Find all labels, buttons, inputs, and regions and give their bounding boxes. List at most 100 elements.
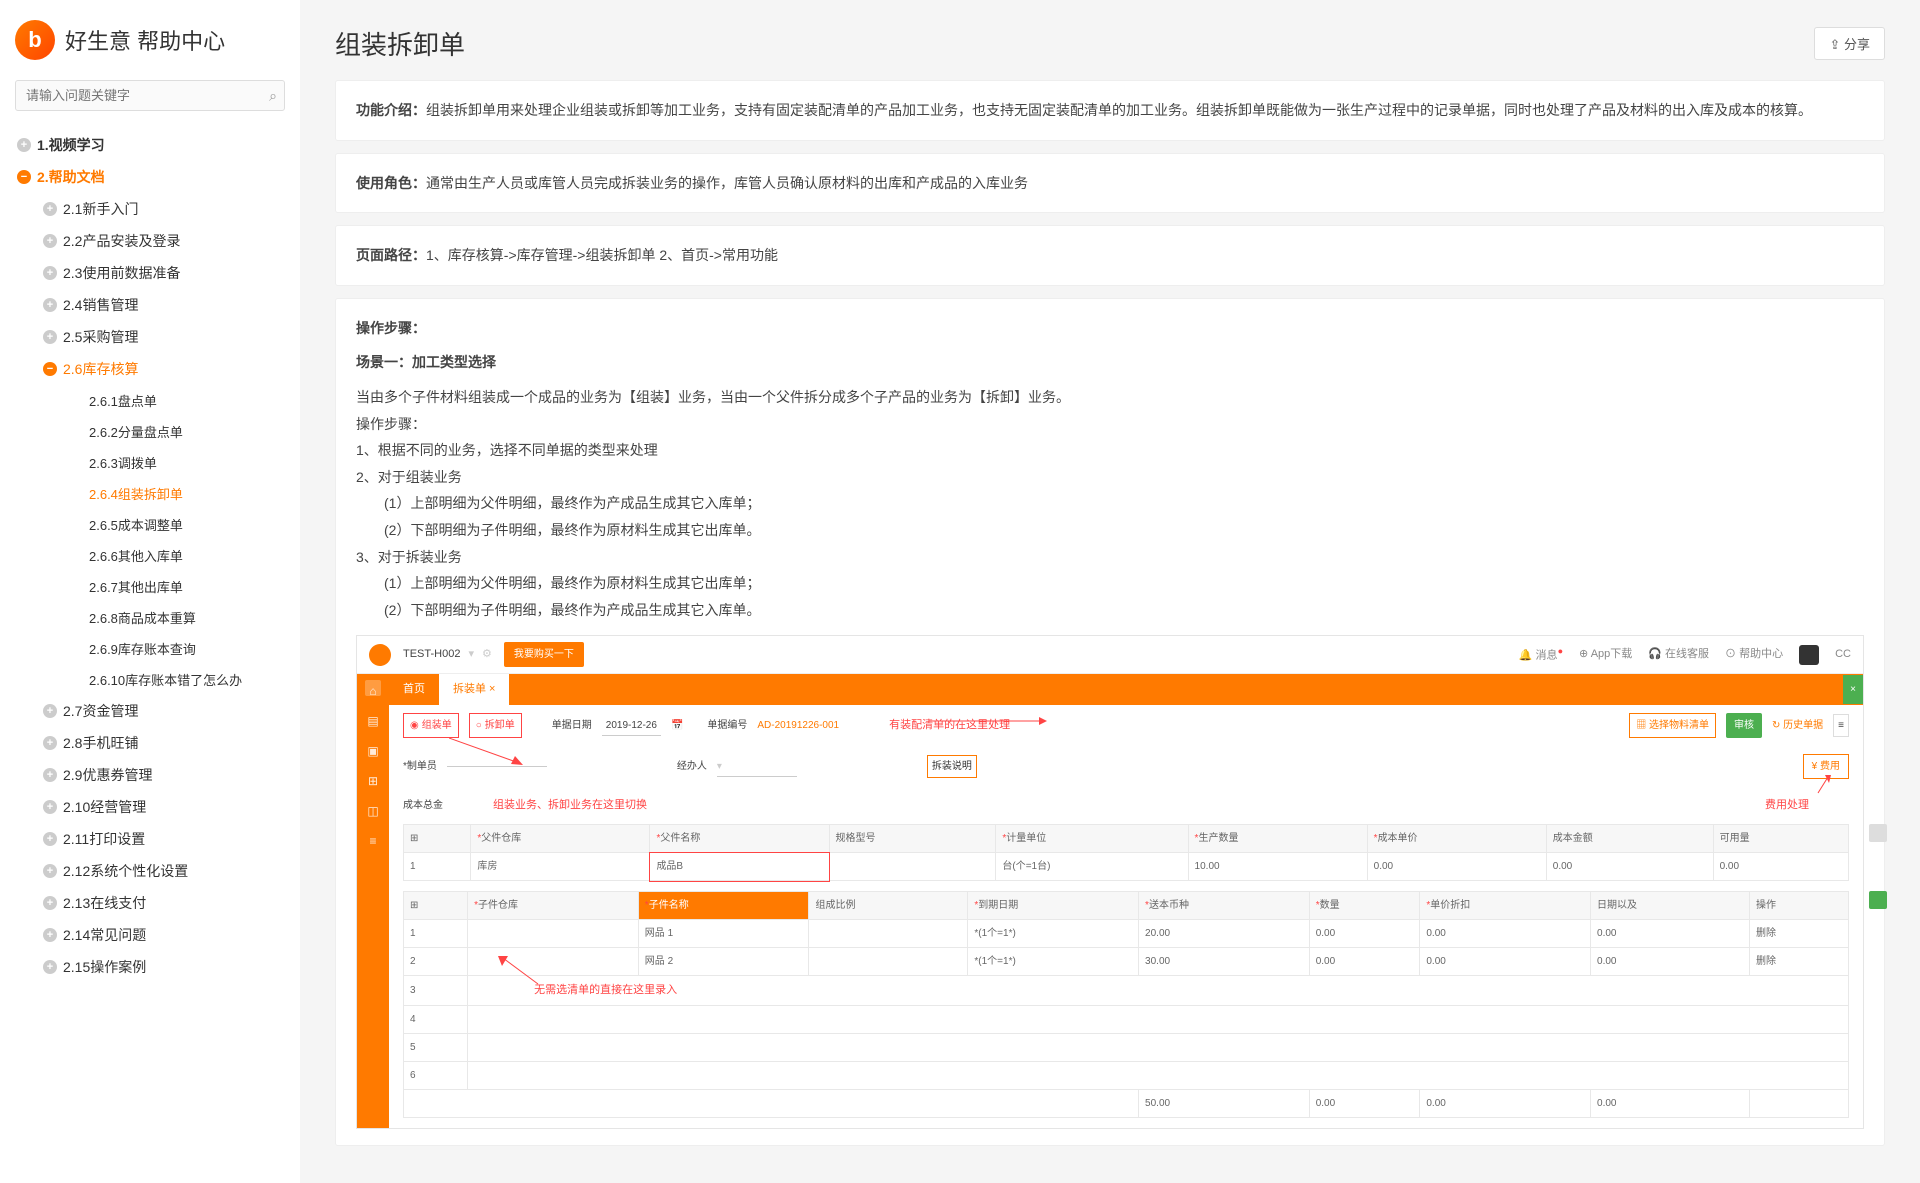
step-1: 1、根据不同的业务，选择不同单据的类型来处理 — [356, 437, 1864, 464]
card-intro: 功能介绍：组装拆卸单用来处理企业组装或拆卸等加工业务，支持有固定装配清单的产品加… — [335, 80, 1885, 141]
title-row: 组装拆卸单 ⇪ 分享 — [335, 25, 1885, 62]
steps-sub: 操作步骤： — [356, 411, 1864, 438]
ss-company: TEST-H002 — [403, 644, 460, 665]
ss-username: CC — [1835, 644, 1851, 665]
intro-label: 功能介绍： — [356, 102, 426, 118]
chevron-down-icon: ▾ — [468, 644, 474, 665]
ss-app-link: ⊕ App下载 — [1579, 644, 1632, 665]
nav-2-7[interactable]: 2.7资金管理 — [15, 695, 285, 727]
nav-2-4[interactable]: 2.4销售管理 — [15, 289, 285, 321]
nav-2-10[interactable]: 2.10经营管理 — [15, 791, 285, 823]
scene1-title: 场景一：加工类型选择 — [356, 349, 1864, 376]
ss-anno-cost: 费用处理 — [1765, 795, 1809, 816]
table-row: 3无需选清单的直接在这里录入 — [404, 976, 1849, 1006]
ss-history-link: ↻ 历史单据 — [1772, 716, 1823, 735]
nav-2-6-9[interactable]: 2.6.9库存账本查询 — [15, 633, 285, 664]
ss-date-label: 单据日期 — [552, 716, 592, 735]
row-delete: 删除 — [1749, 948, 1848, 976]
nav-2-5[interactable]: 2.5采购管理 — [15, 321, 285, 353]
nav-2-13[interactable]: 2.13在线支付 — [15, 887, 285, 919]
nav-2-15[interactable]: 2.15操作案例 — [15, 951, 285, 983]
step-2a: (1）上部明细为父件明细，最终作为产成品生成其它入库单； — [356, 490, 1864, 517]
table-row: 4 — [404, 1005, 1849, 1033]
nav-2-11[interactable]: 2.11打印设置 — [15, 823, 285, 855]
ss-topbar: TEST-H002 ▾ ⚙ 我要购买一下 🔔 消息● ⊕ App下载 🎧 在线客… — [357, 636, 1863, 674]
nav-2-6-5[interactable]: 2.6.5成本调整单 — [15, 509, 285, 540]
th-child-wh: 子件仓库 — [468, 892, 639, 920]
nav-tree: 1.视频学习 2.帮助文档 2.1新手入门 2.2产品安装及登录 2.3使用前数… — [15, 129, 285, 983]
embedded-screenshot: TEST-H002 ▾ ⚙ 我要购买一下 🔔 消息● ⊕ App下载 🎧 在线客… — [356, 635, 1864, 1129]
ss-side-icons — [1869, 891, 1887, 909]
ss-nav-icon: ⊞ — [365, 770, 381, 786]
ss-parent-table-wrap: ⊞ 父件仓库 父件名称 规格型号 计量单位 生产数量 成本单价 成本金额 可用量 — [389, 824, 1863, 891]
search-icon[interactable]: ⌕ — [269, 87, 277, 104]
search-box: ⌕ — [15, 80, 285, 111]
ss-trial-button: 我要购买一下 — [504, 642, 584, 667]
th-idx: ⊞ — [404, 892, 468, 920]
card-path: 页面路径：1、库存核算->库存管理->组装拆卸单 2、首页->常用功能 — [335, 225, 1885, 286]
ss-row-anno: 成本总金 组装业务、拆卸业务在这里切换 费用处理 — [389, 787, 1863, 824]
nav-2-6-7[interactable]: 2.6.7其他出库单 — [15, 571, 285, 602]
table-row: 1 库房 成品B 台(个=1台) 10.00 0.00 0.00 0.00 — [404, 853, 1849, 881]
nav-2-6-6[interactable]: 2.6.6其他入库单 — [15, 540, 285, 571]
row-delete: 删除 — [1749, 920, 1848, 948]
cell-name: 成品B — [650, 853, 829, 881]
nav-2-2[interactable]: 2.2产品安装及登录 — [15, 225, 285, 257]
ss-home-icon: ⌂ — [365, 680, 381, 696]
nav-2-6[interactable]: 2.6库存核算 — [15, 353, 285, 385]
th-spec: 规格型号 — [829, 825, 996, 853]
calendar-icon: 📅 — [671, 716, 683, 735]
ss-help-link: ⊙ 帮助中心 — [1725, 644, 1783, 665]
sidebar: b 好生意 帮助中心 ⌕ 1.视频学习 2.帮助文档 2.1新手入门 2.2产品… — [0, 0, 300, 1183]
nav-2-9[interactable]: 2.9优惠券管理 — [15, 759, 285, 791]
ss-tab-close-icon: × — [1843, 675, 1863, 704]
nav-2-14[interactable]: 2.14常见问题 — [15, 919, 285, 951]
cell-unit: 台(个=1台) — [996, 853, 1188, 881]
ss-anno-switch: 组装业务、拆卸业务在这里切换 — [493, 795, 647, 816]
search-input[interactable] — [15, 80, 285, 111]
brand-row: b 好生意 帮助中心 — [15, 20, 285, 60]
nav-2-12[interactable]: 2.12系统个性化设置 — [15, 855, 285, 887]
card-steps: 操作步骤： 场景一：加工类型选择 当由多个子件材料组装成一个成品的业务为【组装】… — [335, 298, 1885, 1146]
ss-nav-icon: ≡ — [365, 830, 381, 846]
step-3a: (1）上部明细为父件明细，最终作为原材料生成其它出库单； — [356, 570, 1864, 597]
nav-2-6-4[interactable]: 2.6.4组装拆卸单 — [15, 478, 285, 509]
th-price: 成本单价 — [1367, 825, 1546, 853]
ss-audit-button: 审核 — [1726, 713, 1762, 738]
ss-child-table-wrap: ⊞ 子件仓库 子件名称 组成比例 到期日期 送本币种 数量 单价折扣 日期以及 — [389, 891, 1863, 1128]
ss-tab-doc: 拆装单 × — [439, 674, 509, 705]
ss-tab-home: 首页 — [389, 674, 439, 705]
ss-op-label: 经办人 — [677, 757, 707, 776]
ss-radio-disassemble: ○ 拆卸单 — [469, 713, 522, 738]
nav-2-8[interactable]: 2.8手机旺铺 — [15, 727, 285, 759]
nav-2-3[interactable]: 2.3使用前数据准备 — [15, 257, 285, 289]
table-row: 5 — [404, 1033, 1849, 1061]
ss-bell-icon: 🔔 消息● — [1519, 643, 1563, 667]
th-amt: 成本金额 — [1546, 825, 1713, 853]
nav-2-6-2[interactable]: 2.6.2分量盘点单 — [15, 416, 285, 447]
page-title: 组装拆卸单 — [335, 25, 465, 62]
ss-maker-input — [447, 766, 547, 767]
steps-heading: 操作步骤： — [356, 315, 1864, 342]
nav-2-1[interactable]: 2.1新手入门 — [15, 193, 285, 225]
cell-avail: 0.00 — [1713, 853, 1848, 881]
table-sum-row: 50.000.000.000.00 — [404, 1089, 1849, 1117]
nav-docs[interactable]: 2.帮助文档 — [15, 161, 285, 193]
intro-text: 组装拆卸单用来处理企业组装或拆卸等加工业务，支持有固定装配清单的产品加工业务，也… — [426, 102, 1812, 118]
ss-nav-icon: ▣ — [365, 740, 381, 756]
ss-parent-table: ⊞ 父件仓库 父件名称 规格型号 计量单位 生产数量 成本单价 成本金额 可用量 — [403, 824, 1849, 881]
nav-2-6-10[interactable]: 2.6.10库存账本错了怎么办 — [15, 664, 285, 695]
nav-video[interactable]: 1.视频学习 — [15, 129, 285, 161]
th-qty: 生产数量 — [1188, 825, 1367, 853]
table-header-row: ⊞ 子件仓库 子件名称 组成比例 到期日期 送本币种 数量 单价折扣 日期以及 — [404, 892, 1849, 920]
share-button[interactable]: ⇪ 分享 — [1814, 27, 1885, 60]
th-avail: 可用量 — [1713, 825, 1848, 853]
ss-nav-icon: ▤ — [365, 710, 381, 726]
nav-2-6-8[interactable]: 2.6.8商品成本重算 — [15, 602, 285, 633]
ss-doc-value: AD-20191226-001 — [757, 716, 839, 735]
expand-icon — [1869, 891, 1887, 909]
th-cprice: 单价折扣 — [1420, 892, 1591, 920]
nav-2-6-1[interactable]: 2.6.1盘点单 — [15, 385, 285, 416]
nav-2-6-3[interactable]: 2.6.3调拨单 — [15, 447, 285, 478]
ss-radio-assemble: ◉ 组装单 — [403, 713, 459, 738]
